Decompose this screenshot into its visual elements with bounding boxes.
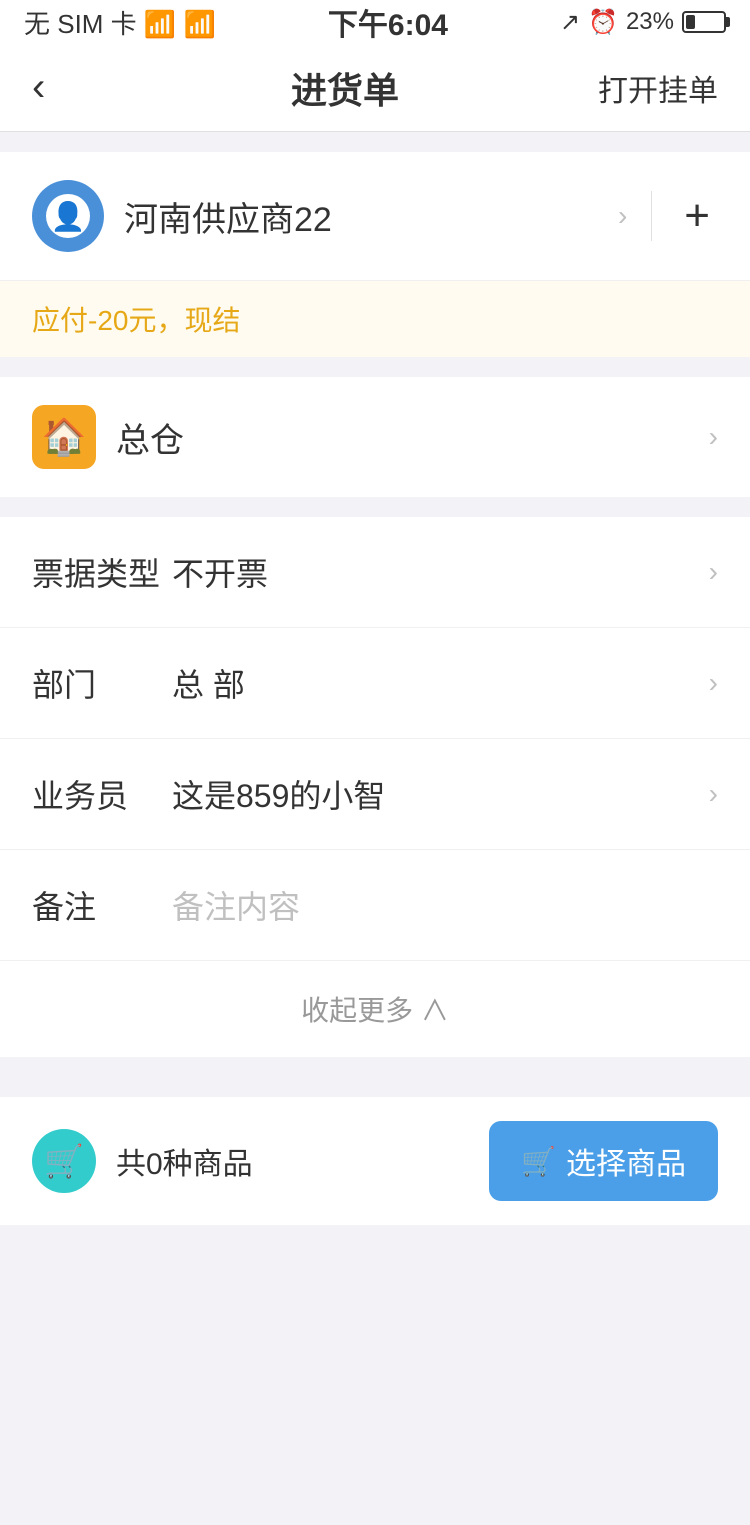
- supplier-name: 河南供应商22: [124, 192, 602, 241]
- department-chevron-icon: ›: [709, 667, 718, 699]
- collapse-label: 收起更多 ∧: [301, 989, 449, 1029]
- salesperson-label: 业务员: [32, 771, 172, 817]
- salesperson-chevron-icon: ›: [709, 778, 718, 810]
- cart-icon: 🛒: [521, 1145, 556, 1178]
- form-section: 票据类型 不开票 › 部门 总 部 › 业务员 这是859的小智 › 备注 备注…: [0, 517, 750, 960]
- supplier-chevron-icon: ›: [618, 200, 627, 232]
- product-icon: 🛒: [32, 1129, 96, 1193]
- open-pending-button[interactable]: 打开挂单: [598, 66, 718, 110]
- supplier-section: 👤 河南供应商22 › + 应付-20元，现结: [0, 152, 750, 357]
- avatar-inner: 👤: [46, 194, 90, 238]
- person-icon: 👤: [51, 200, 86, 233]
- warehouse-name: 总仓: [116, 413, 693, 462]
- invoice-type-label: 票据类型: [32, 549, 172, 595]
- warehouse-chevron-icon: ›: [709, 421, 718, 453]
- select-product-button[interactable]: 🛒 选择商品: [489, 1121, 718, 1201]
- alert-text: 应付-20元，现结: [32, 305, 240, 336]
- salesperson-value: 这是859的小智: [172, 771, 693, 817]
- alarm-icon: ⏰: [588, 8, 618, 37]
- remark-label: 备注: [32, 882, 172, 928]
- collapse-button[interactable]: 收起更多 ∧: [0, 960, 750, 1057]
- salesperson-row[interactable]: 业务员 这是859的小智 ›: [0, 739, 750, 850]
- supplier-row[interactable]: 👤 河南供应商22 › +: [0, 152, 750, 281]
- page-title: 进货单: [291, 62, 399, 114]
- invoice-type-row[interactable]: 票据类型 不开票 ›: [0, 517, 750, 628]
- department-label: 部门: [32, 660, 172, 706]
- battery-icon: [682, 11, 726, 33]
- status-left: 无 SIM 卡 📶 📶: [24, 4, 216, 41]
- invoice-type-value: 不开票: [172, 549, 693, 595]
- warehouse-section[interactable]: 🏠 总仓 ›: [0, 377, 750, 497]
- department-row[interactable]: 部门 总 部 ›: [0, 628, 750, 739]
- warehouse-symbol: 🏠: [42, 416, 87, 458]
- status-time: 下午6:04: [328, 0, 448, 44]
- product-count: 共0种商品: [116, 1139, 489, 1183]
- status-bar: 无 SIM 卡 📶 📶 下午6:04 ↗ ⏰ 23%: [0, 0, 750, 44]
- select-product-label: 选择商品: [566, 1139, 686, 1183]
- nav-bar: ‹ 进货单 打开挂单: [0, 44, 750, 132]
- remark-row[interactable]: 备注 备注内容: [0, 850, 750, 960]
- warehouse-row[interactable]: 🏠 总仓 ›: [0, 377, 750, 497]
- bottom-bar: 🛒 共0种商品 🛒 选择商品: [0, 1097, 750, 1225]
- alert-banner: 应付-20元，现结: [0, 281, 750, 357]
- add-supplier-button[interactable]: +: [676, 191, 718, 241]
- supplier-divider: [651, 191, 652, 241]
- status-right: ↗ ⏰ 23%: [560, 8, 726, 37]
- remark-placeholder[interactable]: 备注内容: [172, 882, 718, 928]
- back-button[interactable]: ‹: [32, 65, 92, 110]
- battery-percent: 23%: [626, 8, 674, 36]
- location-icon: ↗: [560, 8, 580, 37]
- supplier-avatar: 👤: [32, 180, 104, 252]
- gray-background: [0, 1225, 750, 1525]
- top-divider: [0, 132, 750, 152]
- product-symbol: 🛒: [44, 1142, 84, 1180]
- department-value: 总 部: [172, 660, 693, 706]
- supplier-divider-bottom: [0, 357, 750, 377]
- bottom-divider: [0, 1057, 750, 1077]
- warehouse-icon: 🏠: [32, 405, 96, 469]
- invoice-type-chevron-icon: ›: [709, 556, 718, 588]
